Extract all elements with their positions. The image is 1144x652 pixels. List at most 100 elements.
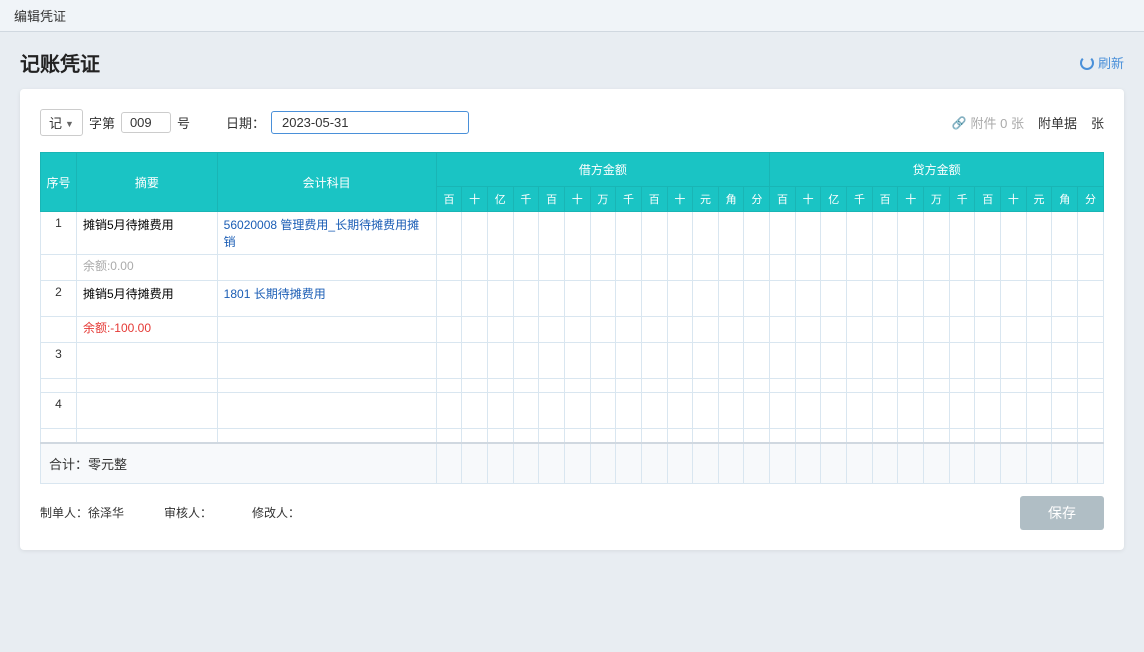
th-c-yuan1: 元 xyxy=(1026,187,1052,212)
voucher-type-dropdown[interactable]: 记 xyxy=(40,109,83,136)
total-label: 合计：零元整 xyxy=(41,443,437,484)
digit-cell xyxy=(744,212,770,255)
digit-cell xyxy=(1052,281,1078,317)
digit-cell xyxy=(898,212,924,255)
attach-link[interactable]: 🔗 附件 0 张 xyxy=(952,113,1024,132)
th-debit: 借方金额 xyxy=(436,153,770,187)
digit-cell xyxy=(949,212,975,255)
digit-cell xyxy=(924,343,950,379)
digit-cell xyxy=(821,343,847,379)
digit-cell xyxy=(616,343,642,379)
save-button[interactable]: 保存 xyxy=(1020,496,1104,530)
th-d-shi3: 十 xyxy=(667,187,693,212)
digit-cell xyxy=(513,343,539,379)
th-d-bai2: 百 xyxy=(539,187,565,212)
digit-cell xyxy=(693,343,719,379)
th-d-qian1: 千 xyxy=(513,187,539,212)
th-c-shi1: 十 xyxy=(795,187,821,212)
digit-cell xyxy=(975,281,1001,317)
summary-cell[interactable]: 摊销5月待摊费用 xyxy=(76,281,217,317)
digit-cell xyxy=(539,343,565,379)
seq-cell: 3 xyxy=(41,343,77,379)
digit-cell xyxy=(898,343,924,379)
digit-cell xyxy=(564,281,590,317)
digit-cell xyxy=(1026,393,1052,429)
digit-cell xyxy=(641,393,667,429)
digit-cell xyxy=(898,393,924,429)
summary-cell[interactable]: 摊销5月待摊费用 xyxy=(76,212,217,255)
th-d-bai1: 百 xyxy=(436,187,462,212)
digit-cell xyxy=(872,343,898,379)
digit-cell xyxy=(1001,281,1027,317)
th-d-yi1: 亿 xyxy=(487,187,513,212)
th-c-shi2: 十 xyxy=(898,187,924,212)
voucher-header: 记 字第 009 号 日期： 🔗 附件 0 张 附单据 张 xyxy=(40,109,1104,136)
digit-cell xyxy=(1026,212,1052,255)
zhang-label: 张 xyxy=(1091,113,1104,132)
digit-cell xyxy=(513,281,539,317)
digit-cell xyxy=(436,212,462,255)
digit-cell xyxy=(821,281,847,317)
editor-label: 修改人： xyxy=(252,506,300,520)
digit-cell xyxy=(436,281,462,317)
digit-cell xyxy=(718,212,744,255)
table-row: 1摊销5月待摊费用56020008 管理费用_长期待摊费用摊销 xyxy=(41,212,1104,255)
digit-cell xyxy=(770,343,796,379)
account-cell[interactable]: 56020008 管理费用_长期待摊费用摊销 xyxy=(217,212,436,255)
digit-cell xyxy=(898,281,924,317)
title-bar: 编辑凭证 xyxy=(0,0,1144,32)
digit-cell xyxy=(872,393,898,429)
refresh-icon xyxy=(1080,56,1094,70)
balance-cell: 余额:-100.00 xyxy=(76,317,217,343)
digit-cell xyxy=(872,281,898,317)
refresh-button[interactable]: 刷新 xyxy=(1080,53,1124,72)
digit-cell xyxy=(667,212,693,255)
summary-cell[interactable] xyxy=(76,343,217,379)
voucher-type-value: 记 xyxy=(49,113,62,132)
digit-cell xyxy=(1026,343,1052,379)
digit-cell xyxy=(590,393,616,429)
digit-cell xyxy=(462,393,488,429)
digit-cell xyxy=(667,393,693,429)
digit-cell xyxy=(487,281,513,317)
th-d-shi2: 十 xyxy=(564,187,590,212)
summary-cell[interactable] xyxy=(76,393,217,429)
digit-cell xyxy=(821,212,847,255)
digit-cell xyxy=(1052,212,1078,255)
chevron-down-icon xyxy=(65,115,74,130)
account-cell[interactable] xyxy=(217,393,436,429)
date-input[interactable] xyxy=(271,111,469,134)
digit-cell xyxy=(436,393,462,429)
digit-cell xyxy=(539,393,565,429)
account-cell[interactable]: 1801 长期待摊费用 xyxy=(217,281,436,317)
th-c-wan1: 万 xyxy=(924,187,950,212)
digit-cell xyxy=(949,281,975,317)
digit-cell xyxy=(949,343,975,379)
digit-cell xyxy=(795,281,821,317)
hao-label: 号 xyxy=(177,113,190,132)
page-title: 记账凭证 xyxy=(20,48,100,77)
balance-row: 余额:0.00 xyxy=(41,255,1104,281)
digit-cell xyxy=(975,212,1001,255)
total-row: 合计：零元整 xyxy=(41,443,1104,484)
digit-cell xyxy=(795,393,821,429)
digit-cell xyxy=(487,212,513,255)
th-c-bai2: 百 xyxy=(872,187,898,212)
th-credit: 贷方金额 xyxy=(770,153,1104,187)
digit-cell xyxy=(539,281,565,317)
digit-cell xyxy=(770,281,796,317)
creator-group: 制单人：徐泽华 xyxy=(40,504,124,521)
date-group: 日期： xyxy=(226,111,469,134)
digit-cell xyxy=(616,212,642,255)
digit-cell xyxy=(590,343,616,379)
digit-cell xyxy=(462,343,488,379)
digit-cell xyxy=(693,393,719,429)
th-c-fen1: 分 xyxy=(1078,187,1104,212)
account-cell[interactable] xyxy=(217,343,436,379)
digit-cell xyxy=(641,212,667,255)
title-bar-label: 编辑凭证 xyxy=(14,6,66,25)
digit-cell xyxy=(436,343,462,379)
th-account: 会计科目 xyxy=(217,153,436,212)
digit-cell xyxy=(1078,343,1104,379)
th-d-fen1: 分 xyxy=(744,187,770,212)
